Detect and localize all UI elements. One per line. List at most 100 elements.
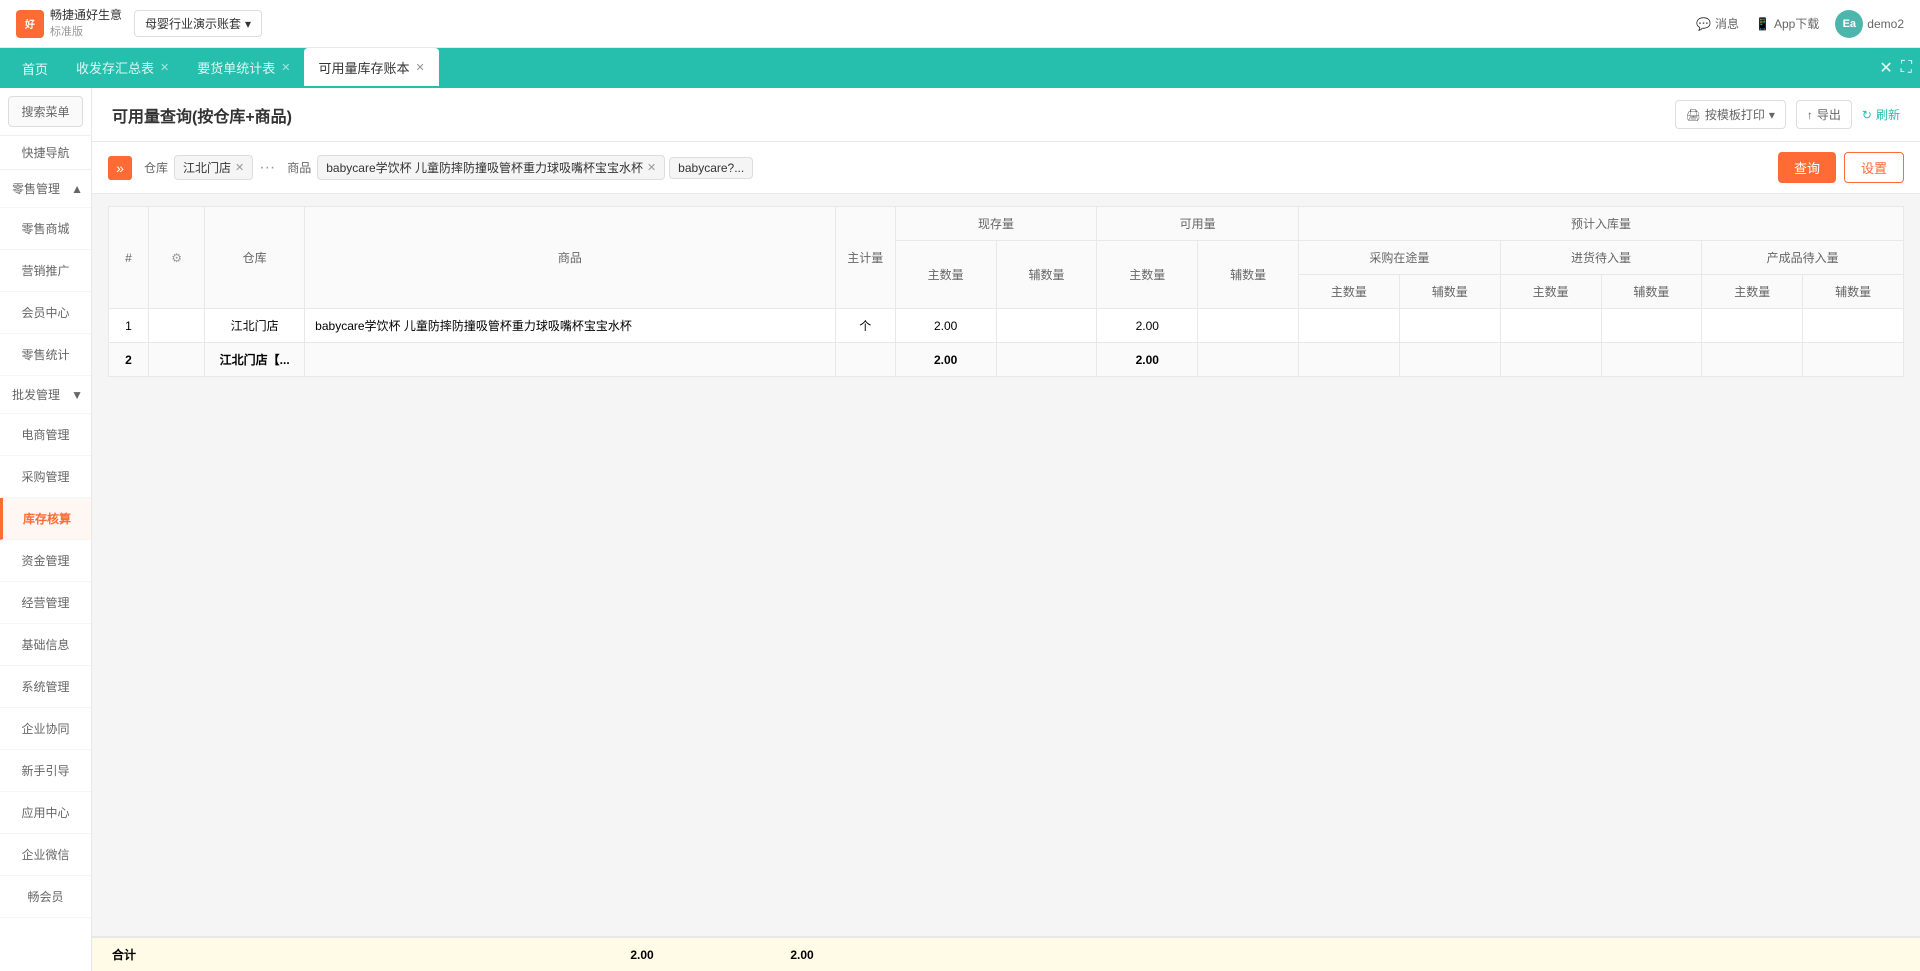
industry-select[interactable]: 母婴行业演示账套 ▾ [134, 10, 262, 37]
sidebar: 搜索菜单 快捷导航 零售管理 ▲ 零售商城 营销推广 会员中心 零售统计 批发管… [0, 88, 92, 971]
top-bar-left: 好 畅捷通好生意 标准版 母婴行业演示账套 ▾ [16, 8, 262, 40]
col-incoming-header: 进货待入量 [1500, 241, 1702, 275]
username-label: demo2 [1867, 17, 1904, 31]
page-title: 可用量查询(按仓库+商品) [112, 103, 292, 127]
warehouse-more-icon[interactable]: ··· [259, 159, 275, 177]
template-print-label: 按模板打印 [1705, 106, 1765, 123]
sidebar-label: 经营管理 [21, 594, 69, 611]
expand-icon[interactable]: ⛶ [1901, 59, 1912, 77]
expand-icon: » [116, 160, 124, 176]
row1-pt-main [1299, 309, 1400, 343]
chevron-down-icon: ▾ [1769, 108, 1775, 122]
sidebar-item-member-center[interactable]: 会员中心 [0, 292, 91, 334]
tab-yaohuo[interactable]: 要货单统计表 ✕ [183, 48, 304, 88]
sidebar-label: 新手引导 [21, 762, 69, 779]
page-header-actions: 🖨 按模板打印 ▾ ↑ 导出 ↻ 刷新 [1675, 100, 1900, 129]
warehouse-tag-close-icon[interactable]: ✕ [235, 161, 244, 174]
sidebar-item-quick-nav[interactable]: 快捷导航 [0, 136, 91, 170]
sidebar-item-enterprise-collab[interactable]: 企业协同 [0, 708, 91, 750]
product-tag-2-text: babycare?... [678, 161, 744, 175]
app-download-btn[interactable]: 📱 App下载 [1755, 15, 1819, 32]
sidebar-item-inventory-check[interactable]: 库存核算 [0, 498, 91, 540]
tab-close-icon[interactable]: ✕ [281, 61, 290, 74]
col-finished-main: 主数量 [1702, 275, 1803, 309]
tab-close-icon[interactable]: ✕ [416, 61, 425, 74]
product-tag-1-text: babycare学饮杯 儿童防摔防撞吸管杯重力球吸嘴杯宝宝水杯 [326, 159, 643, 176]
row2-stock-aux [996, 343, 1097, 377]
sidebar-item-ops-mgmt[interactable]: 经营管理 [0, 582, 91, 624]
sidebar-label: 系统管理 [21, 678, 69, 695]
refresh-btn[interactable]: ↻ 刷新 [1862, 106, 1900, 123]
row1-inc-aux [1601, 309, 1702, 343]
sidebar-item-enterprise-wechat[interactable]: 企业微信 [0, 834, 91, 876]
row1-unit: 个 [835, 309, 895, 343]
logo-text: 畅捷通好生意 标准版 [50, 8, 122, 40]
sidebar-item-retail-stats[interactable]: 零售统计 [0, 334, 91, 376]
sidebar-label: 零售统计 [21, 346, 69, 363]
settings-icon[interactable]: ⚙ [171, 251, 182, 265]
filter-bar: » 仓库 江北门店 ✕ ··· 商品 babycare学饮杯 儿童防摔防撞吸管杯… [92, 142, 1920, 194]
tab-keyongliang[interactable]: 可用量库存账本 ✕ [304, 48, 438, 88]
export-btn[interactable]: ↑ 导出 [1796, 100, 1852, 129]
sidebar-item-app-center[interactable]: 应用中心 [0, 792, 91, 834]
sidebar-item-finance-mgmt[interactable]: 资金管理 [0, 540, 91, 582]
top-bar-right: 💬 消息 📱 App下载 Ea demo2 [1696, 10, 1904, 38]
industry-label: 母婴行业演示账套 [145, 15, 241, 32]
logo-area: 好 畅捷通好生意 标准版 [16, 8, 122, 40]
sidebar-item-wholesale-mgmt[interactable]: 批发管理 ▼ [0, 376, 91, 414]
nav-right-icons: ✕ ⛶ [1879, 48, 1912, 88]
col-finished-header: 产成品待入量 [1702, 241, 1904, 275]
col-incoming-main: 主数量 [1500, 275, 1601, 309]
sidebar-label: 资金管理 [21, 552, 69, 569]
product-tag-1[interactable]: babycare学饮杯 儿童防摔防撞吸管杯重力球吸嘴杯宝宝水杯 ✕ [317, 155, 665, 180]
sidebar-search-btn[interactable]: 搜索菜单 [8, 96, 83, 127]
col-purchase-transit-header: 采购在途量 [1299, 241, 1501, 275]
close-window-icon[interactable]: ✕ [1879, 58, 1892, 78]
sidebar-item-basic-info[interactable]: 基础信息 [0, 624, 91, 666]
print-icon: 🖨 [1686, 108, 1701, 122]
sidebar-item-retail-mall[interactable]: 零售商城 [0, 208, 91, 250]
message-btn[interactable]: 💬 消息 [1696, 15, 1739, 32]
warehouse-filter-label: 仓库 [144, 159, 168, 176]
filter-expand-btn[interactable]: » [108, 156, 132, 180]
warehouse-tag[interactable]: 江北门店 ✕ [174, 155, 253, 180]
main-layout: 搜索菜单 快捷导航 零售管理 ▲ 零售商城 营销推广 会员中心 零售统计 批发管… [0, 88, 1920, 971]
product-tag-1-close-icon[interactable]: ✕ [647, 161, 656, 174]
nav-tabs: 首页 收发存汇总表 ✕ 要货单统计表 ✕ 可用量库存账本 ✕ ✕ ⛶ [0, 48, 1920, 88]
sidebar-item-new-guide[interactable]: 新手引导 [0, 750, 91, 792]
product-filter-group: 商品 babycare学饮杯 儿童防摔防撞吸管杯重力球吸嘴杯宝宝水杯 ✕ bab… [287, 155, 753, 180]
logo-line2: 标准版 [50, 23, 122, 39]
sidebar-item-ecommerce-mgmt[interactable]: 电商管理 [0, 414, 91, 456]
col-unit-header: 主计量 [835, 207, 895, 309]
user-menu[interactable]: Ea demo2 [1835, 10, 1904, 38]
row1-no: 1 [109, 309, 149, 343]
col-settings[interactable]: ⚙ [149, 207, 205, 309]
row2-unit [835, 343, 895, 377]
col-purchase-main: 主数量 [1299, 275, 1400, 309]
sidebar-label: 零售管理 [12, 180, 60, 197]
sidebar-item-system-mgmt[interactable]: 系统管理 [0, 666, 91, 708]
sidebar-item-member-vip[interactable]: 畅会员 [0, 876, 91, 918]
col-finished-aux: 辅数量 [1803, 275, 1904, 309]
col-stock-header: 现存量 [895, 207, 1097, 241]
tab-shoufa[interactable]: 收发存汇总表 ✕ [62, 48, 183, 88]
sidebar-label: 企业微信 [21, 846, 69, 863]
sidebar-label: 采购管理 [21, 468, 69, 485]
sidebar-item-zero-retail-mgmt[interactable]: 零售管理 ▲ [0, 170, 91, 208]
col-stock-main: 主数量 [895, 241, 996, 309]
tab-close-icon[interactable]: ✕ [160, 61, 169, 74]
product-tag-2[interactable]: babycare?... [669, 157, 753, 179]
tab-home[interactable]: 首页 [8, 48, 62, 88]
col-product-header: 商品 [305, 207, 836, 309]
sidebar-item-purchase-mgmt[interactable]: 采购管理 [0, 456, 91, 498]
sidebar-item-marketing-promo[interactable]: 营销推广 [0, 250, 91, 292]
product-filter-label: 商品 [287, 159, 311, 176]
template-print-btn[interactable]: 🖨 按模板打印 ▾ [1675, 100, 1786, 129]
setting-btn[interactable]: 设置 [1844, 152, 1904, 183]
table-row: 1 江北门店 babycare学饮杯 儿童防摔防撞吸管杯重力球吸嘴杯宝宝水杯 个… [109, 309, 1904, 343]
chevron-down-icon: ▾ [245, 17, 251, 31]
query-btn[interactable]: 查询 [1778, 152, 1836, 183]
sidebar-search-area: 搜索菜单 [0, 88, 91, 136]
row2-pt-aux [1399, 343, 1500, 377]
sidebar-label: 企业协同 [21, 720, 69, 737]
